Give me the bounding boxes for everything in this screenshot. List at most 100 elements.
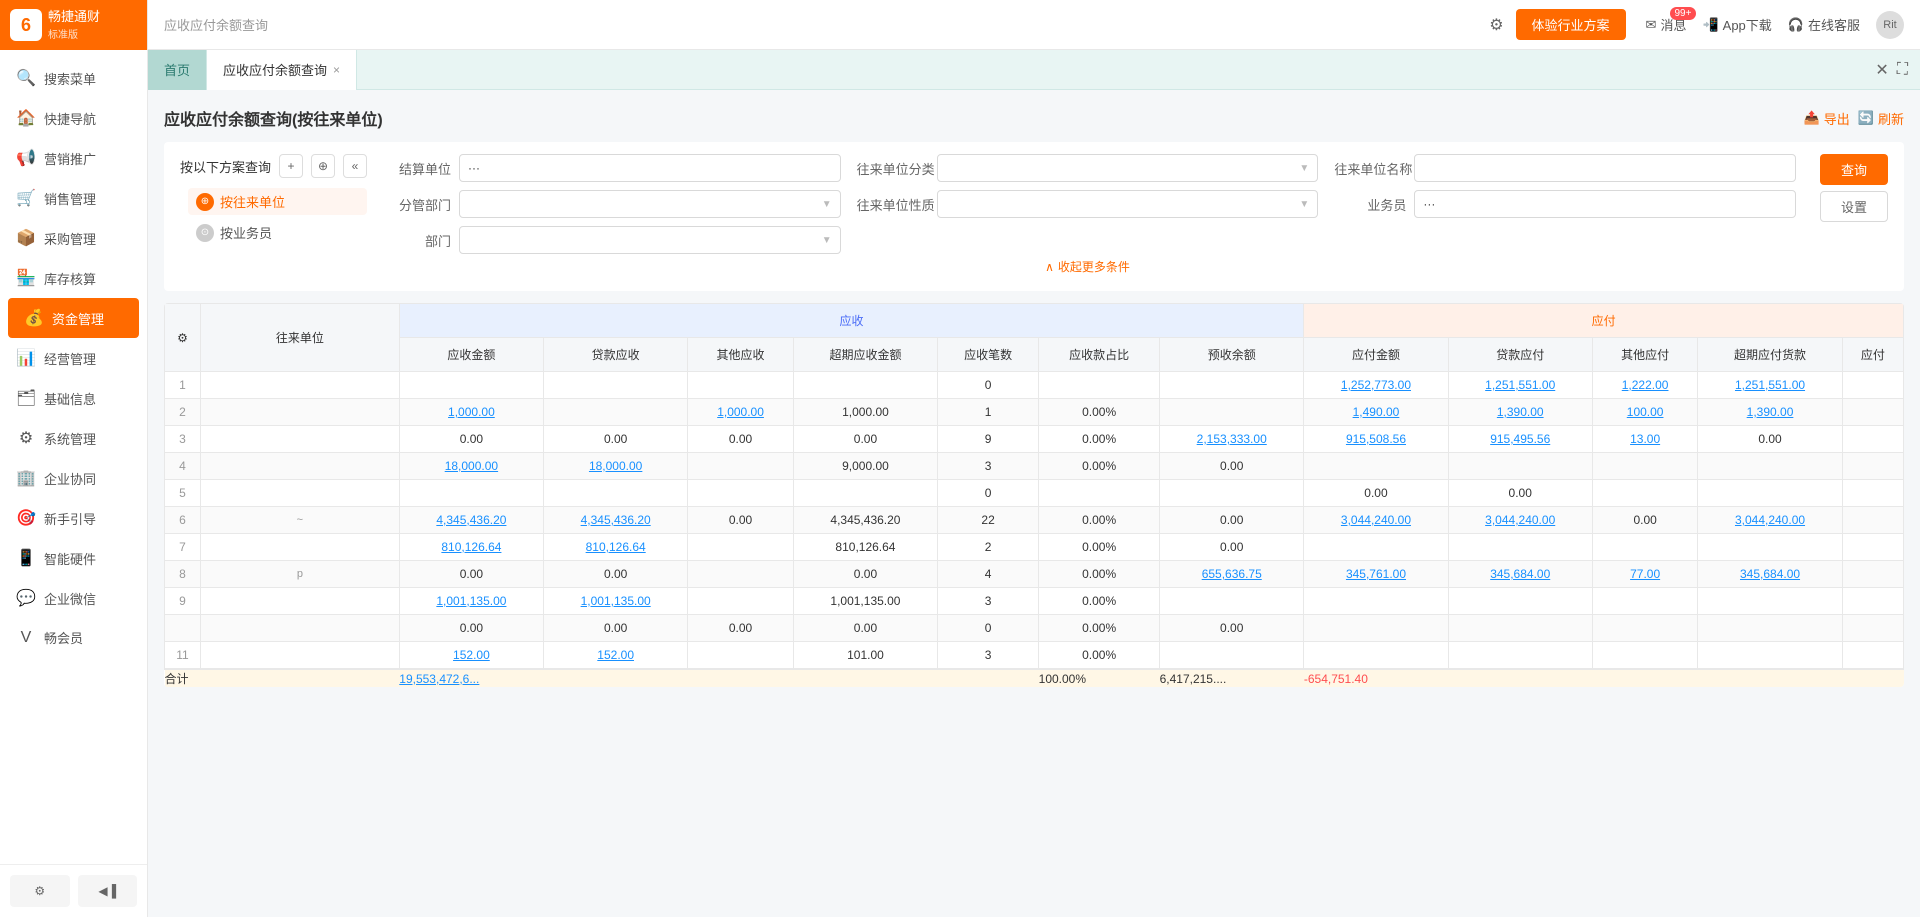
cell-overdue-pay[interactable]: 1,251,551.00	[1698, 372, 1842, 399]
sidebar-item-inventory[interactable]: 🏪 库存核算	[0, 258, 147, 298]
cell-receivable[interactable]: 152.00	[399, 642, 543, 670]
cell-payable[interactable]: 3,044,240.00	[1304, 507, 1448, 534]
sidebar-item-marketing[interactable]: 📢 营销推广	[0, 138, 147, 178]
cell-other-pay[interactable]: 1,222.00	[1592, 372, 1698, 399]
sidebar-item-sales[interactable]: 🛒 销售管理	[0, 178, 147, 218]
cell-other-pay	[1592, 453, 1698, 480]
tab-home[interactable]: 首页	[148, 50, 207, 90]
breadcrumb: 应收应付余额查询	[164, 15, 1477, 34]
cell-overdue-rec	[793, 480, 937, 507]
department-select[interactable]: ▼	[459, 226, 841, 254]
filter-salesperson: 业务员 ···	[1334, 190, 1796, 218]
filter-option-by-staff[interactable]: ⊙ 按业务员	[188, 219, 367, 246]
sidebar-item-vip[interactable]: V 畅会员	[0, 618, 147, 657]
sidebar-item-operation[interactable]: 📊 经营管理	[0, 338, 147, 378]
unit-nature-select[interactable]: ▼	[937, 190, 1319, 218]
cell-loan-rec[interactable]: 4,345,436.20	[544, 507, 688, 534]
cell-loan-rec: 0.00	[544, 426, 688, 453]
cell-pay-suffix	[1842, 561, 1903, 588]
promo-button[interactable]: 体验行业方案	[1516, 9, 1626, 40]
cell-partner	[201, 372, 400, 399]
table-row: 0.00 0.00 0.00 0.00 0 0.00% 0.00	[165, 615, 1904, 642]
system-icon: ⚙	[16, 428, 36, 448]
cell-loan-pay[interactable]: 1,390.00	[1448, 399, 1592, 426]
logo-text: 畅捷通财 标准版	[48, 9, 100, 41]
cell-receivable[interactable]: 810,126.64	[399, 534, 543, 561]
sidebar-item-finance[interactable]: 💰 资金管理	[8, 298, 139, 338]
cell-receivable[interactable]: 4,345,436.20	[399, 507, 543, 534]
cell-loan-pay[interactable]: 1,251,551.00	[1448, 372, 1592, 399]
unit-category-select[interactable]: ▼	[937, 154, 1319, 182]
app-download-btn[interactable]: 📲 App下载	[1702, 15, 1771, 34]
filter-settings-btn[interactable]: ⊕	[311, 154, 335, 178]
cell-overdue-rec: 101.00	[793, 642, 937, 670]
cell-other-pay[interactable]: 100.00	[1592, 399, 1698, 426]
add-filter-btn[interactable]: +	[279, 154, 303, 178]
sidebar-item-purchase[interactable]: 📦 采购管理	[0, 218, 147, 258]
messages-btn[interactable]: ✉ 消息 99+	[1646, 15, 1687, 34]
cell-receivable[interactable]: 1,000.00	[399, 399, 543, 426]
filter-collapse-btn[interactable]: «	[343, 154, 367, 178]
user-profile[interactable]: Rit	[1876, 11, 1904, 39]
sidebar-item-enterprise[interactable]: 🏢 企业协同	[0, 458, 147, 498]
sidebar-item-newbie[interactable]: 🎯 新手引导	[0, 498, 147, 538]
cell-prepaid[interactable]: 2,153,333.00	[1160, 426, 1304, 453]
cell-rec-count: 1	[938, 399, 1039, 426]
cell-payable[interactable]: 1,252,773.00	[1304, 372, 1448, 399]
filter-option-by-unit[interactable]: ⊕ 按往来单位	[188, 188, 367, 215]
settlement-unit-dots: ···	[468, 161, 480, 175]
cell-loan-rec[interactable]: 1,001,135.00	[544, 588, 688, 615]
cell-other-pay[interactable]: 13.00	[1592, 426, 1698, 453]
cell-receivable[interactable]: 18,000.00	[399, 453, 543, 480]
cell-payable[interactable]: 915,508.56	[1304, 426, 1448, 453]
expand-tab-btn[interactable]: ⛶	[1897, 61, 1908, 79]
cell-prepaid[interactable]: 655,636.75	[1160, 561, 1304, 588]
cell-payable[interactable]: 345,761.00	[1304, 561, 1448, 588]
settings-gear-icon[interactable]: ⚙	[1489, 15, 1503, 35]
salesperson-input[interactable]: ···	[1414, 190, 1796, 218]
sidebar-item-wechat[interactable]: 💬 企业微信	[0, 578, 147, 618]
cell-loan-rec[interactable]: 18,000.00	[544, 453, 688, 480]
cell-other-rec[interactable]: 1,000.00	[688, 399, 794, 426]
close-tab-btn[interactable]: ✕	[1875, 60, 1888, 80]
query-btn-area: 查询 设置	[1820, 154, 1888, 222]
tab-close-icon[interactable]: ×	[333, 63, 340, 77]
refresh-button[interactable]: 🔄 刷新	[1858, 109, 1904, 128]
sidebar-item-hardware[interactable]: 📱 智能硬件	[0, 538, 147, 578]
cell-overdue-pay[interactable]: 345,684.00	[1698, 561, 1842, 588]
vip-icon: V	[16, 629, 36, 647]
col-settings-header[interactable]: ⚙	[165, 304, 201, 372]
dept-manager-select[interactable]: ▼	[459, 190, 841, 218]
filter-left-panel: 按以下方案查询 + ⊕ « ⊕ 按往来单位 ⊙	[180, 154, 367, 246]
cell-loan-rec[interactable]: 810,126.64	[544, 534, 688, 561]
settlement-unit-input[interactable]: ···	[459, 154, 841, 182]
cell-loan-rec[interactable]: 152.00	[544, 642, 688, 670]
cell-overdue-pay[interactable]: 1,390.00	[1698, 399, 1842, 426]
table-row: 4 18,000.00 18,000.00 9,000.00 3 0.00% 0…	[165, 453, 1904, 480]
cell-overdue-pay[interactable]: 3,044,240.00	[1698, 507, 1842, 534]
cell-other-pay[interactable]: 77.00	[1592, 561, 1698, 588]
cell-other-rec: 0.00	[688, 507, 794, 534]
table-settings-icon[interactable]: ⚙	[177, 331, 188, 345]
settings-button[interactable]: 设置	[1820, 191, 1888, 222]
cell-rec-ratio: 0.00%	[1039, 399, 1160, 426]
tab-receivables[interactable]: 应收应付余额查询 ×	[207, 50, 357, 90]
collapse-sidebar-btn[interactable]: ◀▐	[78, 875, 138, 907]
sidebar-item-search[interactable]: 🔍 搜索菜单	[0, 58, 147, 98]
cell-overdue-rec: 0.00	[793, 561, 937, 588]
cell-loan-pay[interactable]: 915,495.56	[1448, 426, 1592, 453]
export-button[interactable]: 📤 导出	[1804, 109, 1850, 128]
online-service-btn[interactable]: 🎧 在线客服	[1788, 15, 1860, 34]
cell-loan-pay[interactable]: 3,044,240.00	[1448, 507, 1592, 534]
unit-name-input[interactable]	[1414, 154, 1796, 182]
query-button[interactable]: 查询	[1820, 154, 1888, 185]
settings-footer-btn[interactable]: ⚙	[10, 875, 70, 907]
sidebar-item-basic[interactable]: 🗂 基础信息	[0, 378, 147, 418]
cell-payable[interactable]: 1,490.00	[1304, 399, 1448, 426]
collapse-more-conditions-btn[interactable]: ∧ 收起更多条件	[379, 254, 1796, 279]
cell-loan-pay[interactable]: 345,684.00	[1448, 561, 1592, 588]
col-payable-suffix: 应付	[1842, 338, 1903, 372]
cell-receivable[interactable]: 1,001,135.00	[399, 588, 543, 615]
sidebar-item-quicknav[interactable]: 🏠 快捷导航	[0, 98, 147, 138]
sidebar-item-system[interactable]: ⚙ 系统管理	[0, 418, 147, 458]
